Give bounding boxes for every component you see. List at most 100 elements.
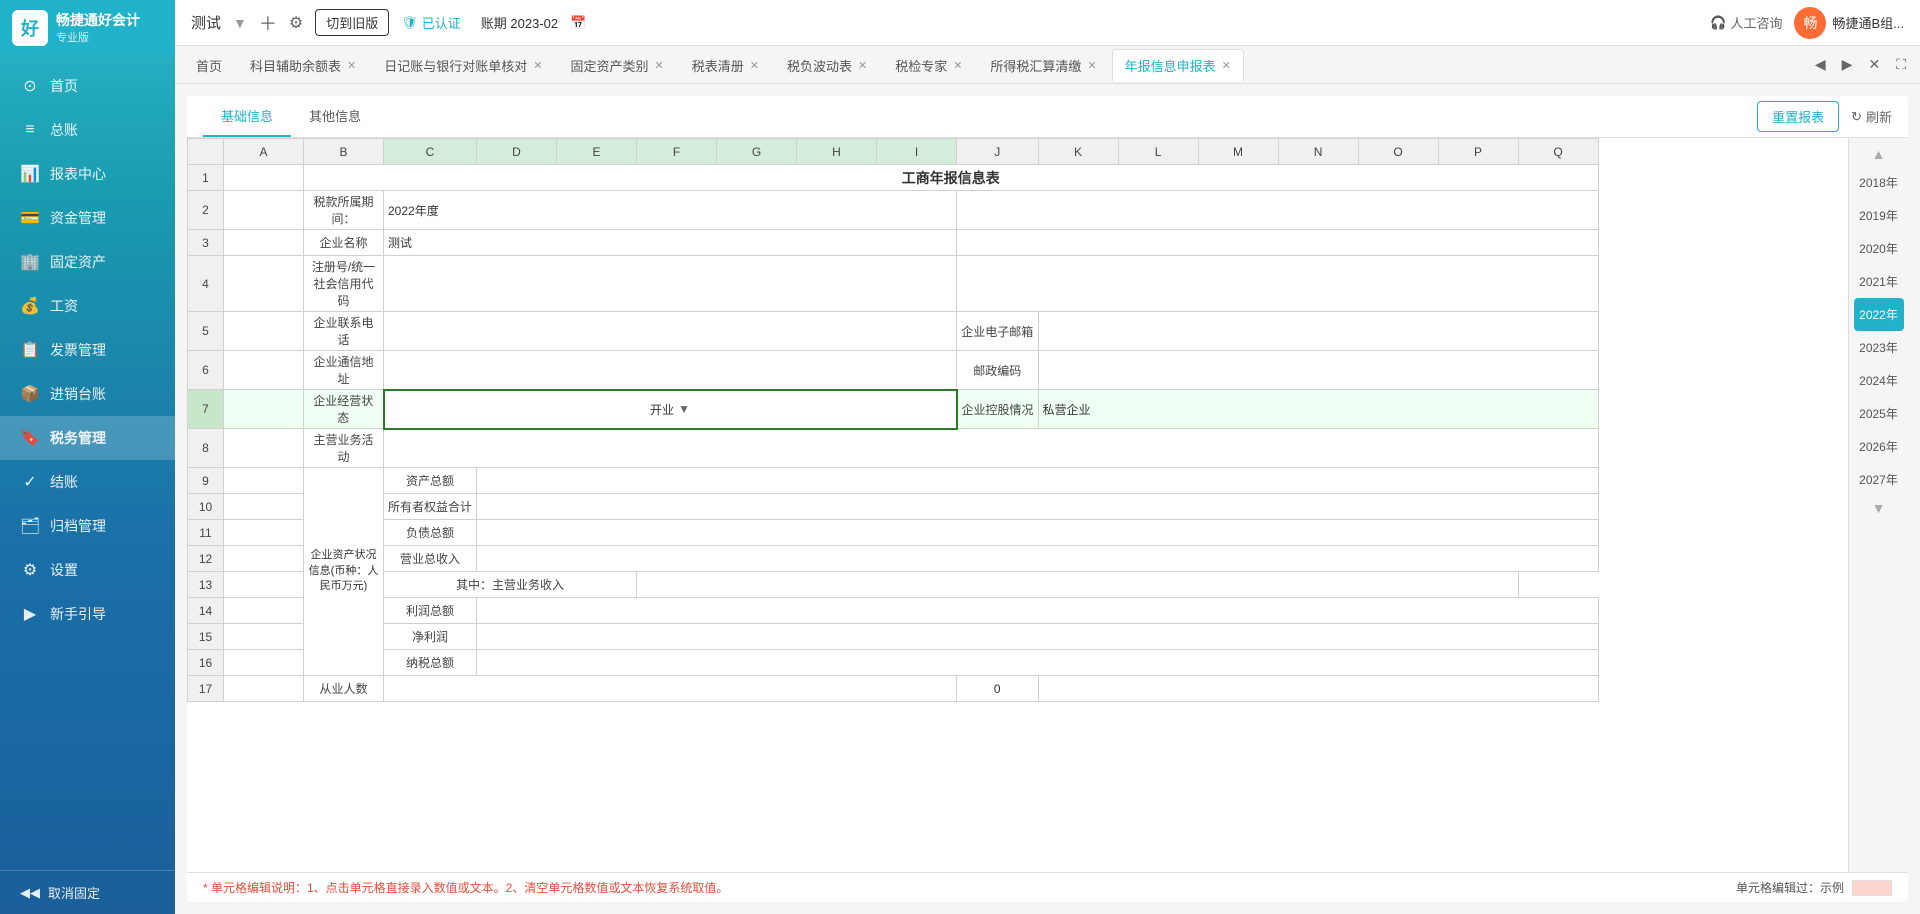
reset-report-button[interactable]: 重置报表 [1757, 101, 1839, 132]
year-item-2027[interactable]: 2027年 [1854, 463, 1904, 496]
tab-close-annual-report[interactable]: ✕ [1222, 59, 1231, 72]
cell-1a[interactable] [224, 165, 304, 191]
calendar-icon[interactable]: 📅 [570, 15, 586, 31]
tab-fixed-type[interactable]: 固定资产类别 ✕ [557, 49, 676, 81]
sidebar-item-fixed-assets[interactable]: 🏢 固定资产 [0, 240, 175, 284]
sidebar-item-purchase-sales[interactable]: 📦 进销台账 [0, 372, 175, 416]
cell-9c[interactable]: 资产总额 [384, 468, 477, 494]
sidebar-item-general-ledger[interactable]: ≡ 总账 [0, 108, 175, 152]
cell-14d[interactable] [477, 598, 1599, 624]
panel-tab-other[interactable]: 其他信息 [291, 96, 379, 137]
cell-16c[interactable]: 纳税总额 [384, 650, 477, 676]
tab-close-journal-bank[interactable]: ✕ [533, 59, 542, 72]
cell-2c[interactable]: 2022年度 [384, 191, 957, 230]
year-item-2019[interactable]: 2019年 [1854, 199, 1904, 232]
col-header-q[interactable]: Q [1518, 139, 1598, 165]
cell-11a[interactable] [224, 520, 304, 546]
cell-4b[interactable]: 注册号/统一社会信用代码 [304, 256, 384, 312]
cell-5j[interactable]: 企业电子邮箱 [957, 312, 1039, 351]
sidebar-item-invoice[interactable]: 📋 发票管理 [0, 328, 175, 372]
switch-old-version-button[interactable]: 切到旧版 [315, 9, 389, 36]
cell-3b[interactable]: 企业名称 [304, 230, 384, 256]
sidebar-item-archive[interactable]: 🗂 归档管理 [0, 504, 175, 548]
col-header-f[interactable]: F [637, 139, 717, 165]
tab-tax-table[interactable]: 税表清册 ✕ [679, 49, 772, 81]
year-item-2018[interactable]: 2018年 [1854, 166, 1904, 199]
cell-5b[interactable]: 企业联系电话 [304, 312, 384, 351]
topbar-dropdown-arrow[interactable]: ▼ [233, 15, 247, 31]
cell-14c[interactable]: 利润总额 [384, 598, 477, 624]
col-header-l[interactable]: L [1118, 139, 1198, 165]
cell-5a[interactable] [224, 312, 304, 351]
cell-5c[interactable] [384, 312, 957, 351]
tab-close-aux-balance[interactable]: ✕ [347, 59, 356, 72]
user-menu[interactable]: 畅 畅捷通B组... [1794, 7, 1904, 39]
tab-expand-button[interactable]: ⛶ [1890, 54, 1912, 75]
col-header-h[interactable]: H [797, 139, 877, 165]
cell-2b[interactable]: 税款所属期间： [304, 191, 384, 230]
tab-close-tax-table[interactable]: ✕ [750, 59, 759, 72]
sidebar-item-home[interactable]: ⊙ 首页 [0, 64, 175, 108]
cell-8c[interactable] [384, 429, 1599, 468]
year-item-2025[interactable]: 2025年 [1854, 397, 1904, 430]
cell-13g[interactable] [637, 572, 1519, 598]
tab-home[interactable]: 首页 [183, 49, 235, 81]
cell-7b[interactable]: 企业经营状态 [304, 390, 384, 429]
col-header-o[interactable]: O [1358, 139, 1438, 165]
sidebar-item-settlement[interactable]: ✓ 结账 [0, 460, 175, 504]
tab-close-tax-expert[interactable]: ✕ [953, 59, 962, 72]
cell-15d[interactable] [477, 624, 1599, 650]
col-header-c[interactable]: C [384, 139, 477, 165]
col-header-j[interactable]: J [957, 139, 1039, 165]
cell-2j[interactable] [957, 191, 1599, 230]
sidebar-item-settings[interactable]: ⚙ 设置 [0, 548, 175, 592]
cell-6j[interactable]: 邮政编码 [957, 351, 1039, 390]
sidebar-item-reports[interactable]: 📊 报表中心 [0, 152, 175, 196]
cell-4a[interactable] [224, 256, 304, 312]
cell-13a[interactable] [224, 572, 304, 598]
cell-10a[interactable] [224, 494, 304, 520]
cell-4j[interactable] [957, 256, 1599, 312]
tab-close-all-button[interactable]: ✕ [1862, 54, 1886, 75]
cell-4c[interactable] [384, 256, 957, 312]
cell-6k[interactable] [1038, 351, 1598, 390]
cell-5k[interactable] [1038, 312, 1598, 351]
cell-7c-dropdown[interactable]: 开业 ▼ [384, 390, 957, 429]
sidebar-unpin-button[interactable]: ◀◀ 取消固定 [0, 870, 175, 914]
cell-6a[interactable] [224, 351, 304, 390]
cell-9b[interactable]: 企业资产状况信息(币种：人民币万元) [304, 468, 384, 676]
cell-6c[interactable] [384, 351, 957, 390]
sidebar-item-capital[interactable]: 💳 资金管理 [0, 196, 175, 240]
cell-10d[interactable] [477, 494, 1599, 520]
sidebar-item-tax[interactable]: 🔖 税务管理 [0, 416, 175, 460]
cell-16a[interactable] [224, 650, 304, 676]
sidebar-item-guide[interactable]: ▶ 新手引导 [0, 592, 175, 636]
cell-17b[interactable]: 从业人数 [304, 676, 384, 702]
cell-9d[interactable] [477, 468, 1599, 494]
tab-prev-button[interactable]: ◀ [1809, 54, 1832, 75]
col-header-n[interactable]: N [1278, 139, 1358, 165]
cell-11c[interactable]: 负债总额 [384, 520, 477, 546]
year-item-2023[interactable]: 2023年 [1854, 331, 1904, 364]
year-item-2020[interactable]: 2020年 [1854, 232, 1904, 265]
cell-17a[interactable] [224, 676, 304, 702]
tab-tax-wave[interactable]: 税负波动表 ✕ [774, 49, 880, 81]
cell-3a[interactable] [224, 230, 304, 256]
tab-tax-expert[interactable]: 税检专家 ✕ [882, 49, 975, 81]
cell-15c[interactable]: 净利润 [384, 624, 477, 650]
year-item-2021[interactable]: 2021年 [1854, 265, 1904, 298]
dropdown-arrow-icon[interactable]: ▼ [678, 402, 690, 416]
panel-tab-basic[interactable]: 基础信息 [203, 96, 291, 137]
refresh-button[interactable]: ↻ 刷新 [1851, 107, 1892, 126]
col-header-p[interactable]: P [1438, 139, 1518, 165]
cell-17k[interactable] [1038, 676, 1598, 702]
cell-13d[interactable]: 其中：主营业务收入 [384, 572, 637, 598]
tab-income-tax[interactable]: 所得税汇算清缴 ✕ [977, 49, 1109, 81]
tab-journal-bank[interactable]: 日记账与银行对账单核对 ✕ [371, 49, 555, 81]
cell-7k[interactable]: 私营企业 [1038, 390, 1598, 429]
cell-14a[interactable] [224, 598, 304, 624]
cell-2a[interactable] [224, 191, 304, 230]
cell-17c[interactable] [384, 676, 957, 702]
cell-3j[interactable] [957, 230, 1599, 256]
cell-10c[interactable]: 所有者权益合计 [384, 494, 477, 520]
